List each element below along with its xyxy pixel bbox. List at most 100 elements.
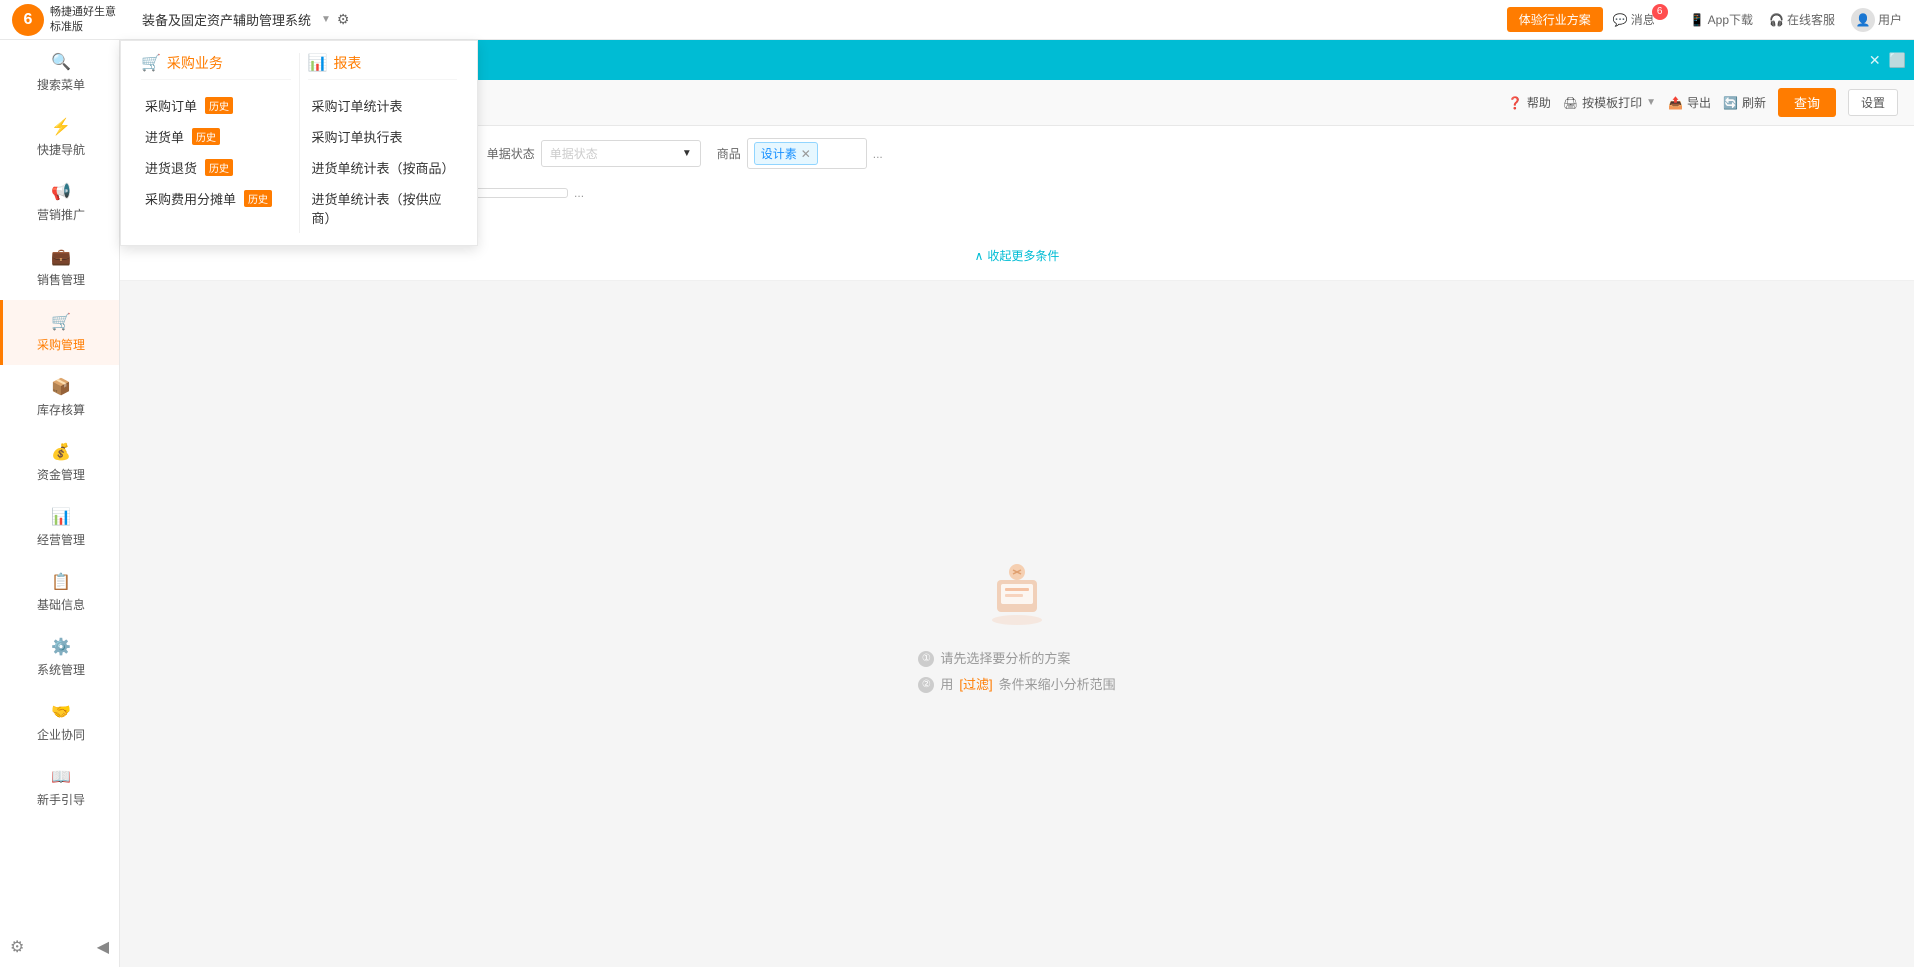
doc-status-dropdown-arrow: ▼ <box>682 148 692 159</box>
sidebar-item-system[interactable]: ⚙️ 系统管理 <box>0 625 119 690</box>
report-section-icon: 📊 <box>308 53 328 73</box>
salesperson-ellipsis[interactable]: ... <box>574 186 584 200</box>
collapse-icon: ∧ <box>975 249 984 263</box>
goods-label: 商品 <box>717 145 741 162</box>
menu-item-purchase-expense[interactable]: 采购费用分摊单 历史 <box>141 183 291 214</box>
purchase-icon: 🛒 <box>51 312 71 332</box>
sidebar-item-purchase[interactable]: 🛒 采购管理 <box>0 300 119 365</box>
sidebar-item-operation[interactable]: 📊 经营管理 <box>0 495 119 560</box>
enterprise-icon: 🤝 <box>51 702 71 722</box>
app-download-btn[interactable]: 📱 App下载 <box>1690 11 1753 28</box>
doc-status-label: 单据状态 <box>487 145 535 162</box>
sidebar-item-search[interactable]: 🔍 搜索菜单 <box>0 40 119 105</box>
menu-item-inbound-stat-goods[interactable]: 进货单统计表（按商品） <box>308 152 458 183</box>
refresh-btn[interactable]: 🔄 刷新 <box>1723 94 1766 111</box>
inbound-badge: 历史 <box>192 128 220 145</box>
message-btn[interactable]: 💬 消息 6 <box>1613 11 1674 28</box>
goods-input-area[interactable]: 设计素 ✕ <box>747 138 867 169</box>
sidebar: 🔍 搜索菜单 ⚡ 快捷导航 📢 营销推广 💼 销售管理 🛒 采购管理 📦 库存核… <box>0 40 120 967</box>
doc-status-filter: 单据状态 单据状态 ▼ <box>487 140 701 167</box>
settings-icon[interactable]: ⚙ <box>337 11 350 28</box>
finance-icon: 💰 <box>51 442 71 462</box>
print-dropdown-arrow[interactable]: ▼ <box>1646 97 1656 108</box>
menu-item-purchase-order-exec[interactable]: 采购订单执行表 <box>308 121 458 152</box>
headset-icon: 🎧 <box>1769 13 1784 27</box>
logo-icon: 6 <box>12 4 44 36</box>
message-badge: 6 <box>1652 4 1668 20</box>
help-btn[interactable]: ❓ 帮助 <box>1508 94 1551 111</box>
goods-ellipsis[interactable]: ... <box>873 147 883 161</box>
phone-icon: 📱 <box>1690 13 1705 27</box>
purchase-section-icon: 🛒 <box>141 53 161 73</box>
topbar-actions: 💬 消息 6 📱 App下载 🎧 在线客服 👤 用户 <box>1613 8 1902 32</box>
inventory-icon: 📦 <box>51 377 71 397</box>
menu-item-purchase-order-stat[interactable]: 采购订单统计表 <box>308 90 458 121</box>
tab-bar-actions: ✕ ⬜ <box>1869 52 1906 69</box>
user-avatar: 👤 <box>1851 8 1875 32</box>
system-icon: ⚙️ <box>51 637 71 657</box>
tip2-highlight: [过滤] <box>959 672 992 698</box>
menu-item-inbound[interactable]: 进货单 历史 <box>141 121 291 152</box>
print-icon: 🖨 <box>1563 96 1578 110</box>
logo-text: 畅捷通好生意 标准版 <box>50 5 116 34</box>
empty-tips: ① 请先选择要分析的方案 ② 用 [过滤] 条件来缩小分析范围 <box>918 646 1115 698</box>
empty-tip-1: ① 请先选择要分析的方案 <box>918 646 1115 672</box>
industry-btn[interactable]: 体验行业方案 <box>1507 7 1603 32</box>
sidebar-item-finance[interactable]: 💰 资金管理 <box>0 430 119 495</box>
system-area: 装备及固定资产辅助管理系统 ▼ ⚙ <box>142 10 1497 29</box>
export-btn[interactable]: 📤 导出 <box>1668 94 1711 111</box>
collapse-btn[interactable]: ∧ 收起更多条件 <box>136 243 1898 268</box>
inbound-return-badge: 历史 <box>205 159 233 176</box>
search-icon: 🔍 <box>51 52 71 72</box>
goods-tag-close[interactable]: ✕ <box>801 147 811 161</box>
sidebar-item-basic[interactable]: 📋 基础信息 <box>0 560 119 625</box>
tab-close-icon[interactable]: ✕ <box>1869 52 1881 69</box>
user-btn[interactable]: 👤 用户 <box>1851 8 1902 32</box>
print-btn[interactable]: 🖨 按模板打印 ▼ <box>1563 94 1656 111</box>
content-area: 首页 销售排行榜 ✕ ✕ ⬜ ❓ 帮助 🖨 按模板打印 ▼ 📤 <box>120 40 1914 967</box>
report-section: 📊 报表 采购订单统计表 采购订单执行表 进货单统计表（按商品） 进货单统计表（… <box>299 53 466 233</box>
sidebar-item-quicknav[interactable]: ⚡ 快捷导航 <box>0 105 119 170</box>
empty-tip-2: ② 用 [过滤] 条件来缩小分析范围 <box>918 672 1115 698</box>
tip-num-2: ② <box>918 677 934 693</box>
purchase-expense-badge: 历史 <box>244 190 272 207</box>
purchase-dropdown-menu: 🛒 采购业务 采购订单 历史 进货单 历史 进货退货 历史 采购费用分摊单 <box>120 40 478 246</box>
operation-icon: 📊 <box>51 507 71 527</box>
topbar: 6 畅捷通好生意 标准版 装备及固定资产辅助管理系统 ▼ ⚙ 体验行业方案 💬 … <box>0 0 1914 40</box>
purchase-section-title: 🛒 采购业务 <box>141 53 291 80</box>
newbie-icon: 📖 <box>51 767 71 787</box>
tip-num-1: ① <box>918 651 934 667</box>
purchase-section: 🛒 采购业务 采购订单 历史 进货单 历史 进货退货 历史 采购费用分摊单 <box>133 53 299 233</box>
goods-filter: 商品 设计素 ✕ ... <box>717 138 883 169</box>
goods-tag: 设计素 ✕ <box>754 142 818 165</box>
menu-item-purchase-order[interactable]: 采购订单 历史 <box>141 90 291 121</box>
purchase-order-badge: 历史 <box>205 97 233 114</box>
system-name: 装备及固定资产辅助管理系统 <box>142 10 311 29</box>
sidebar-settings-btn[interactable]: ⚙ <box>10 937 24 957</box>
sidebar-item-sales[interactable]: 💼 销售管理 <box>0 235 119 300</box>
menu-item-inbound-stat-supplier[interactable]: 进货单统计表（按供应商） <box>308 183 458 233</box>
query-btn[interactable]: 查询 <box>1778 88 1836 117</box>
system-dropdown-arrow[interactable]: ▼ <box>321 14 331 25</box>
sidebar-item-marketing[interactable]: 📢 营销推广 <box>0 170 119 235</box>
basic-icon: 📋 <box>51 572 71 592</box>
sidebar-bottom: ⚙ ◀ <box>0 927 119 967</box>
export-icon: 📤 <box>1668 96 1683 110</box>
sidebar-item-inventory[interactable]: 📦 库存核算 <box>0 365 119 430</box>
filter-settings-btn[interactable]: 设置 <box>1848 89 1898 116</box>
sidebar-item-newbie[interactable]: 📖 新手引导 <box>0 755 119 820</box>
refresh-icon: 🔄 <box>1723 96 1738 110</box>
help-icon: ❓ <box>1508 96 1523 110</box>
sidebar-collapse-btn[interactable]: ◀ <box>97 937 109 957</box>
tab-maximize-icon[interactable]: ⬜ <box>1889 52 1906 69</box>
sidebar-item-enterprise[interactable]: 🤝 企业协同 <box>0 690 119 755</box>
quicknav-icon: ⚡ <box>51 117 71 137</box>
online-service-btn[interactable]: 🎧 在线客服 <box>1769 11 1835 28</box>
main-layout: 🔍 搜索菜单 ⚡ 快捷导航 📢 营销推广 💼 销售管理 🛒 采购管理 📦 库存核… <box>0 40 1914 967</box>
marketing-icon: 📢 <box>51 182 71 202</box>
sales-icon: 💼 <box>51 247 71 267</box>
menu-item-inbound-return[interactable]: 进货退货 历史 <box>141 152 291 183</box>
message-icon: 💬 <box>1613 13 1628 27</box>
doc-status-select[interactable]: 单据状态 ▼ <box>541 140 701 167</box>
tip2-text: 用 <box>940 672 953 698</box>
